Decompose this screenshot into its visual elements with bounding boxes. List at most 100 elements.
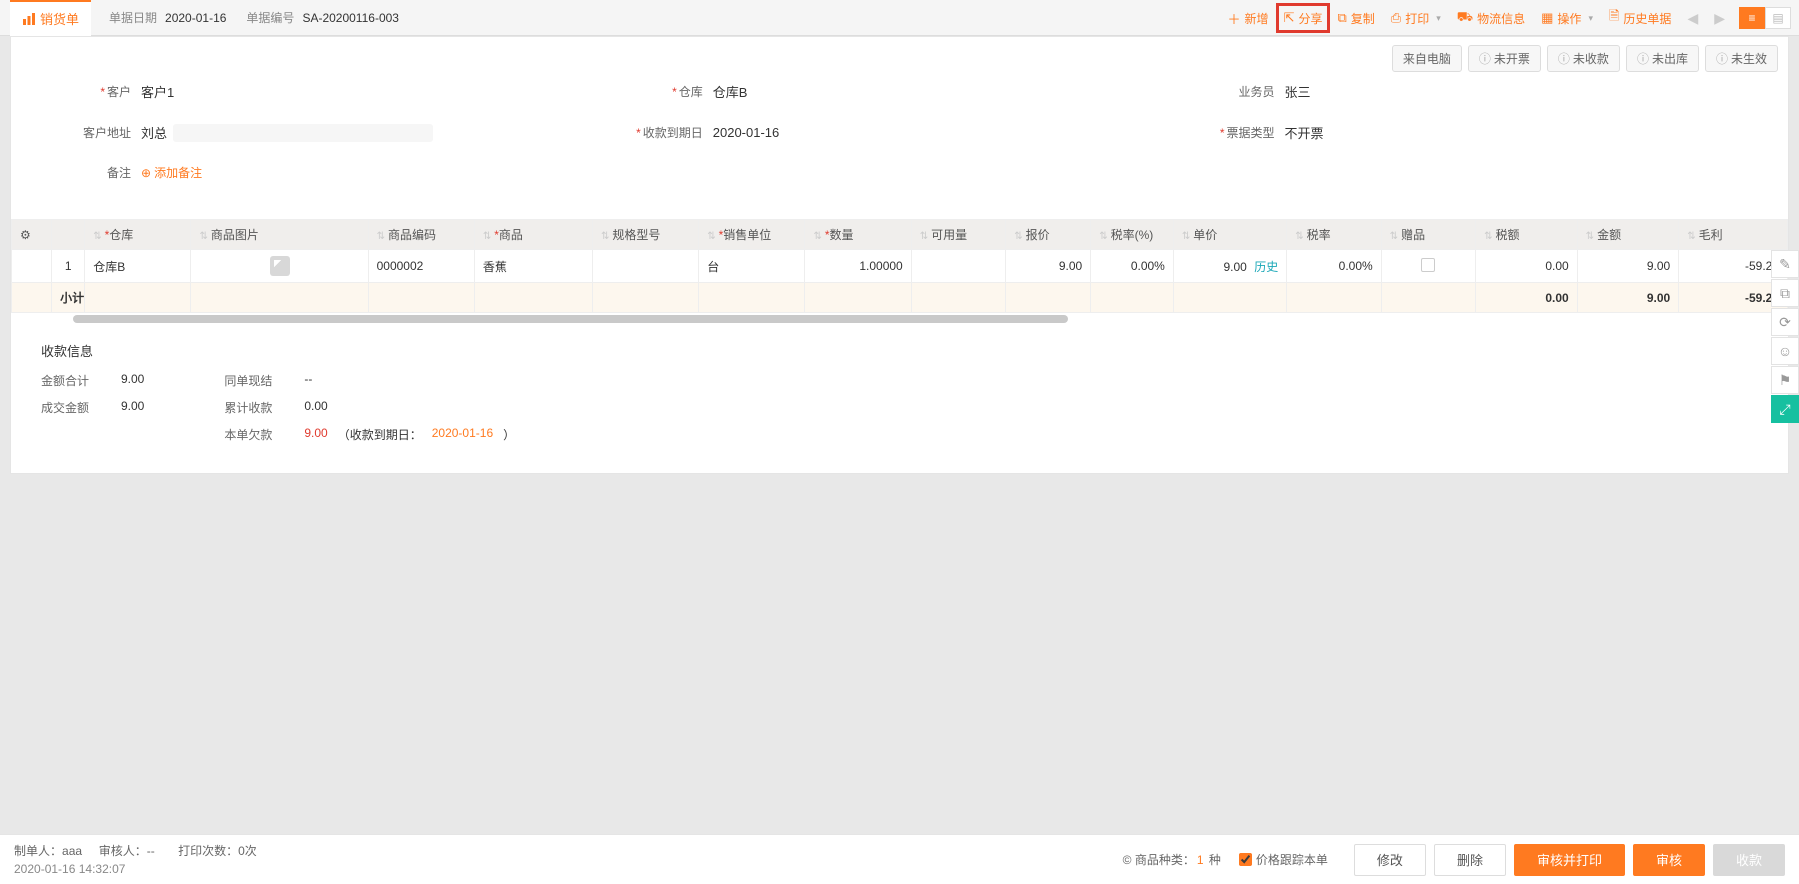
arrears-value: 9.00 [304,426,327,443]
col-product[interactable]: ⇅*商品 [474,220,592,250]
badge-not-invoiced[interactable]: ⓘ未开票 [1468,45,1541,72]
col-tax-amt[interactable]: ⇅税额 [1476,220,1578,250]
collect-button[interactable]: 收款 [1713,844,1785,876]
new-button[interactable]: ＋新增 [1220,0,1277,36]
col-available[interactable]: ⇅可用量 [911,220,1005,250]
grid-icon: ▦ [1541,10,1553,26]
price-follow-input[interactable] [1239,853,1252,866]
cell-quote[interactable]: 9.00 [1006,250,1091,283]
price-follow-checkbox[interactable]: 价格跟踪本单 [1239,851,1328,868]
notes-rail-button[interactable]: ✎ [1771,250,1799,278]
grid-view-button[interactable]: ▤ [1765,7,1791,29]
col-image[interactable]: ⇅商品图片 [191,220,368,250]
print-count: 0次 [238,844,257,858]
top-toolbar: 销货单 单据日期 2020-01-16 单据编号 SA-20200116-003… [0,0,1799,36]
warehouse-field[interactable]: *仓库 仓库B [613,82,1185,101]
table-settings-button[interactable]: ⚙ [12,220,52,250]
copy-icon: ⧉ [1337,10,1346,26]
delete-button[interactable]: 删除 [1434,844,1506,876]
cell-image[interactable] [191,250,368,283]
scrollbar-thumb[interactable] [73,315,1068,323]
content-card: 来自电脑 ⓘ未开票 ⓘ未收款 ⓘ未出库 ⓘ未生效 *客户 客户1 *仓库 仓库B… [10,36,1789,474]
col-qty[interactable]: ⇅*数量 [805,220,911,250]
col-gift[interactable]: ⇅赠品 [1381,220,1475,250]
list-view-button[interactable]: ≡ [1739,7,1765,29]
col-amount[interactable]: ⇅金额 [1577,220,1679,250]
table-header-row: ⚙ ⇅*仓库 ⇅商品图片 ⇅商品编码 ⇅*商品 ⇅规格型号 ⇅*销售单位 ⇅*数… [12,220,1788,250]
cumulative-value: 0.00 [304,399,327,416]
col-spec[interactable]: ⇅规格型号 [592,220,698,250]
print-icon: ⎙ [1391,10,1401,26]
subtotal-label: 小计 [52,283,85,313]
col-tax-rate[interactable]: ⇅税率 [1287,220,1381,250]
share-icon: ⇱ [1284,10,1295,26]
cell-warehouse[interactable]: 仓库B [85,250,191,283]
col-quote[interactable]: ⇅报价 [1006,220,1091,250]
approve-button[interactable]: 审核 [1633,844,1705,876]
table-row[interactable]: 1 仓库B 0000002 香蕉 台 1.00000 9.00 0.00% 9.… [12,250,1788,283]
user-rail-button[interactable]: ☺ [1771,337,1799,365]
reviewer-name: -- [147,844,155,858]
view-toggle: ≡ ▤ [1739,7,1791,29]
add-remark-button[interactable]: ⊕ 添加备注 [141,164,202,181]
chevron-down-icon: ▾ [1436,13,1441,24]
cell-discount-pct[interactable]: 0.00% [1091,250,1174,283]
customer-addr-field[interactable]: 客户地址 刘总 [41,123,613,142]
cell-tax-rate[interactable]: 0.00% [1287,250,1381,283]
customer-field[interactable]: *客户 客户1 [41,82,613,101]
image-placeholder-icon [270,256,290,276]
price-history-link[interactable]: 历史 [1254,260,1278,274]
collection-due-value: 2020-01-16 [713,125,780,140]
salesperson-value: 张三 [1285,82,1311,101]
arrears-due-date: 2020-01-16 [432,426,493,443]
flag-rail-button[interactable]: ⚑ [1771,366,1799,394]
approve-print-button[interactable]: 审核并打印 [1514,844,1625,876]
invoice-type-field[interactable]: *票据类型 不开票 [1185,123,1757,142]
col-warehouse[interactable]: ⇅*仓库 [85,220,191,250]
gift-checkbox[interactable] [1421,258,1435,272]
operate-button[interactable]: ▦操作▾ [1533,0,1601,36]
expand-rail-button[interactable]: ⤢ [1771,395,1799,423]
total-amount: 9.00 [121,372,144,389]
cell-unit[interactable]: 台 [699,250,805,283]
badge-not-collected[interactable]: ⓘ未收款 [1547,45,1620,72]
cell-price[interactable]: 9.00 历史 [1173,250,1286,283]
badge-not-outbound[interactable]: ⓘ未出库 [1626,45,1699,72]
sku-kind-count: 1 [1197,853,1204,867]
share-button[interactable]: ⇱分享 [1276,3,1331,33]
refresh-rail-button[interactable]: ⟳ [1771,308,1799,336]
copy-button[interactable]: ⧉复制 [1329,0,1382,36]
edit-button[interactable]: 修改 [1354,844,1426,876]
horizontal-scrollbar[interactable] [11,313,1788,325]
cell-qty[interactable]: 1.00000 [805,250,911,283]
prev-doc-button[interactable]: ◀ [1679,10,1706,27]
history-doc-button[interactable]: 🗎历史单据 [1601,0,1679,36]
col-discount-pct[interactable]: ⇅税率(%) [1091,220,1174,250]
cell-product[interactable]: 香蕉 [474,250,592,283]
next-doc-button[interactable]: ▶ [1706,10,1733,27]
badge-not-effective[interactable]: ⓘ未生效 [1705,45,1778,72]
remark-field: 备注 ⊕ 添加备注 [41,164,613,181]
cell-code[interactable]: 0000002 [368,250,474,283]
attachment-rail-button[interactable]: ⧉ [1771,279,1799,307]
customer-addr-value: 刘总 [141,123,167,142]
tab-sales-order[interactable]: 销货单 [10,0,91,36]
col-price[interactable]: ⇅单价 [1173,220,1286,250]
info-icon: ⓘ [1637,52,1649,66]
doc-no-label: 单据编号 [246,9,294,26]
plus-circle-icon: ⊕ [141,166,151,180]
col-code[interactable]: ⇅商品编码 [368,220,474,250]
collection-due-field[interactable]: *收款到期日 2020-01-16 [613,123,1185,142]
logistics-button[interactable]: ⛟物流信息 [1449,0,1533,36]
cell-spec[interactable] [592,250,698,283]
info-icon: ⓘ [1479,52,1491,66]
print-button[interactable]: ⎙打印▾ [1383,0,1449,36]
salesperson-field[interactable]: 业务员 张三 [1185,82,1757,101]
subtotal-row: 小计 0.00 9.00 -59.21 [12,283,1788,313]
line-items-table: ⚙ ⇅*仓库 ⇅商品图片 ⇅商品编码 ⇅*商品 ⇅规格型号 ⇅*销售单位 ⇅*数… [11,219,1788,325]
col-unit[interactable]: ⇅*销售单位 [699,220,805,250]
cell-gift[interactable] [1381,250,1475,283]
payment-info: 收款信息 金额合计9.00 成交金额9.00 同单现结-- 累计收款0.00 本… [11,325,1788,473]
col-profit[interactable]: ⇅毛利 [1679,220,1788,250]
creator-name: aaa [62,844,82,858]
